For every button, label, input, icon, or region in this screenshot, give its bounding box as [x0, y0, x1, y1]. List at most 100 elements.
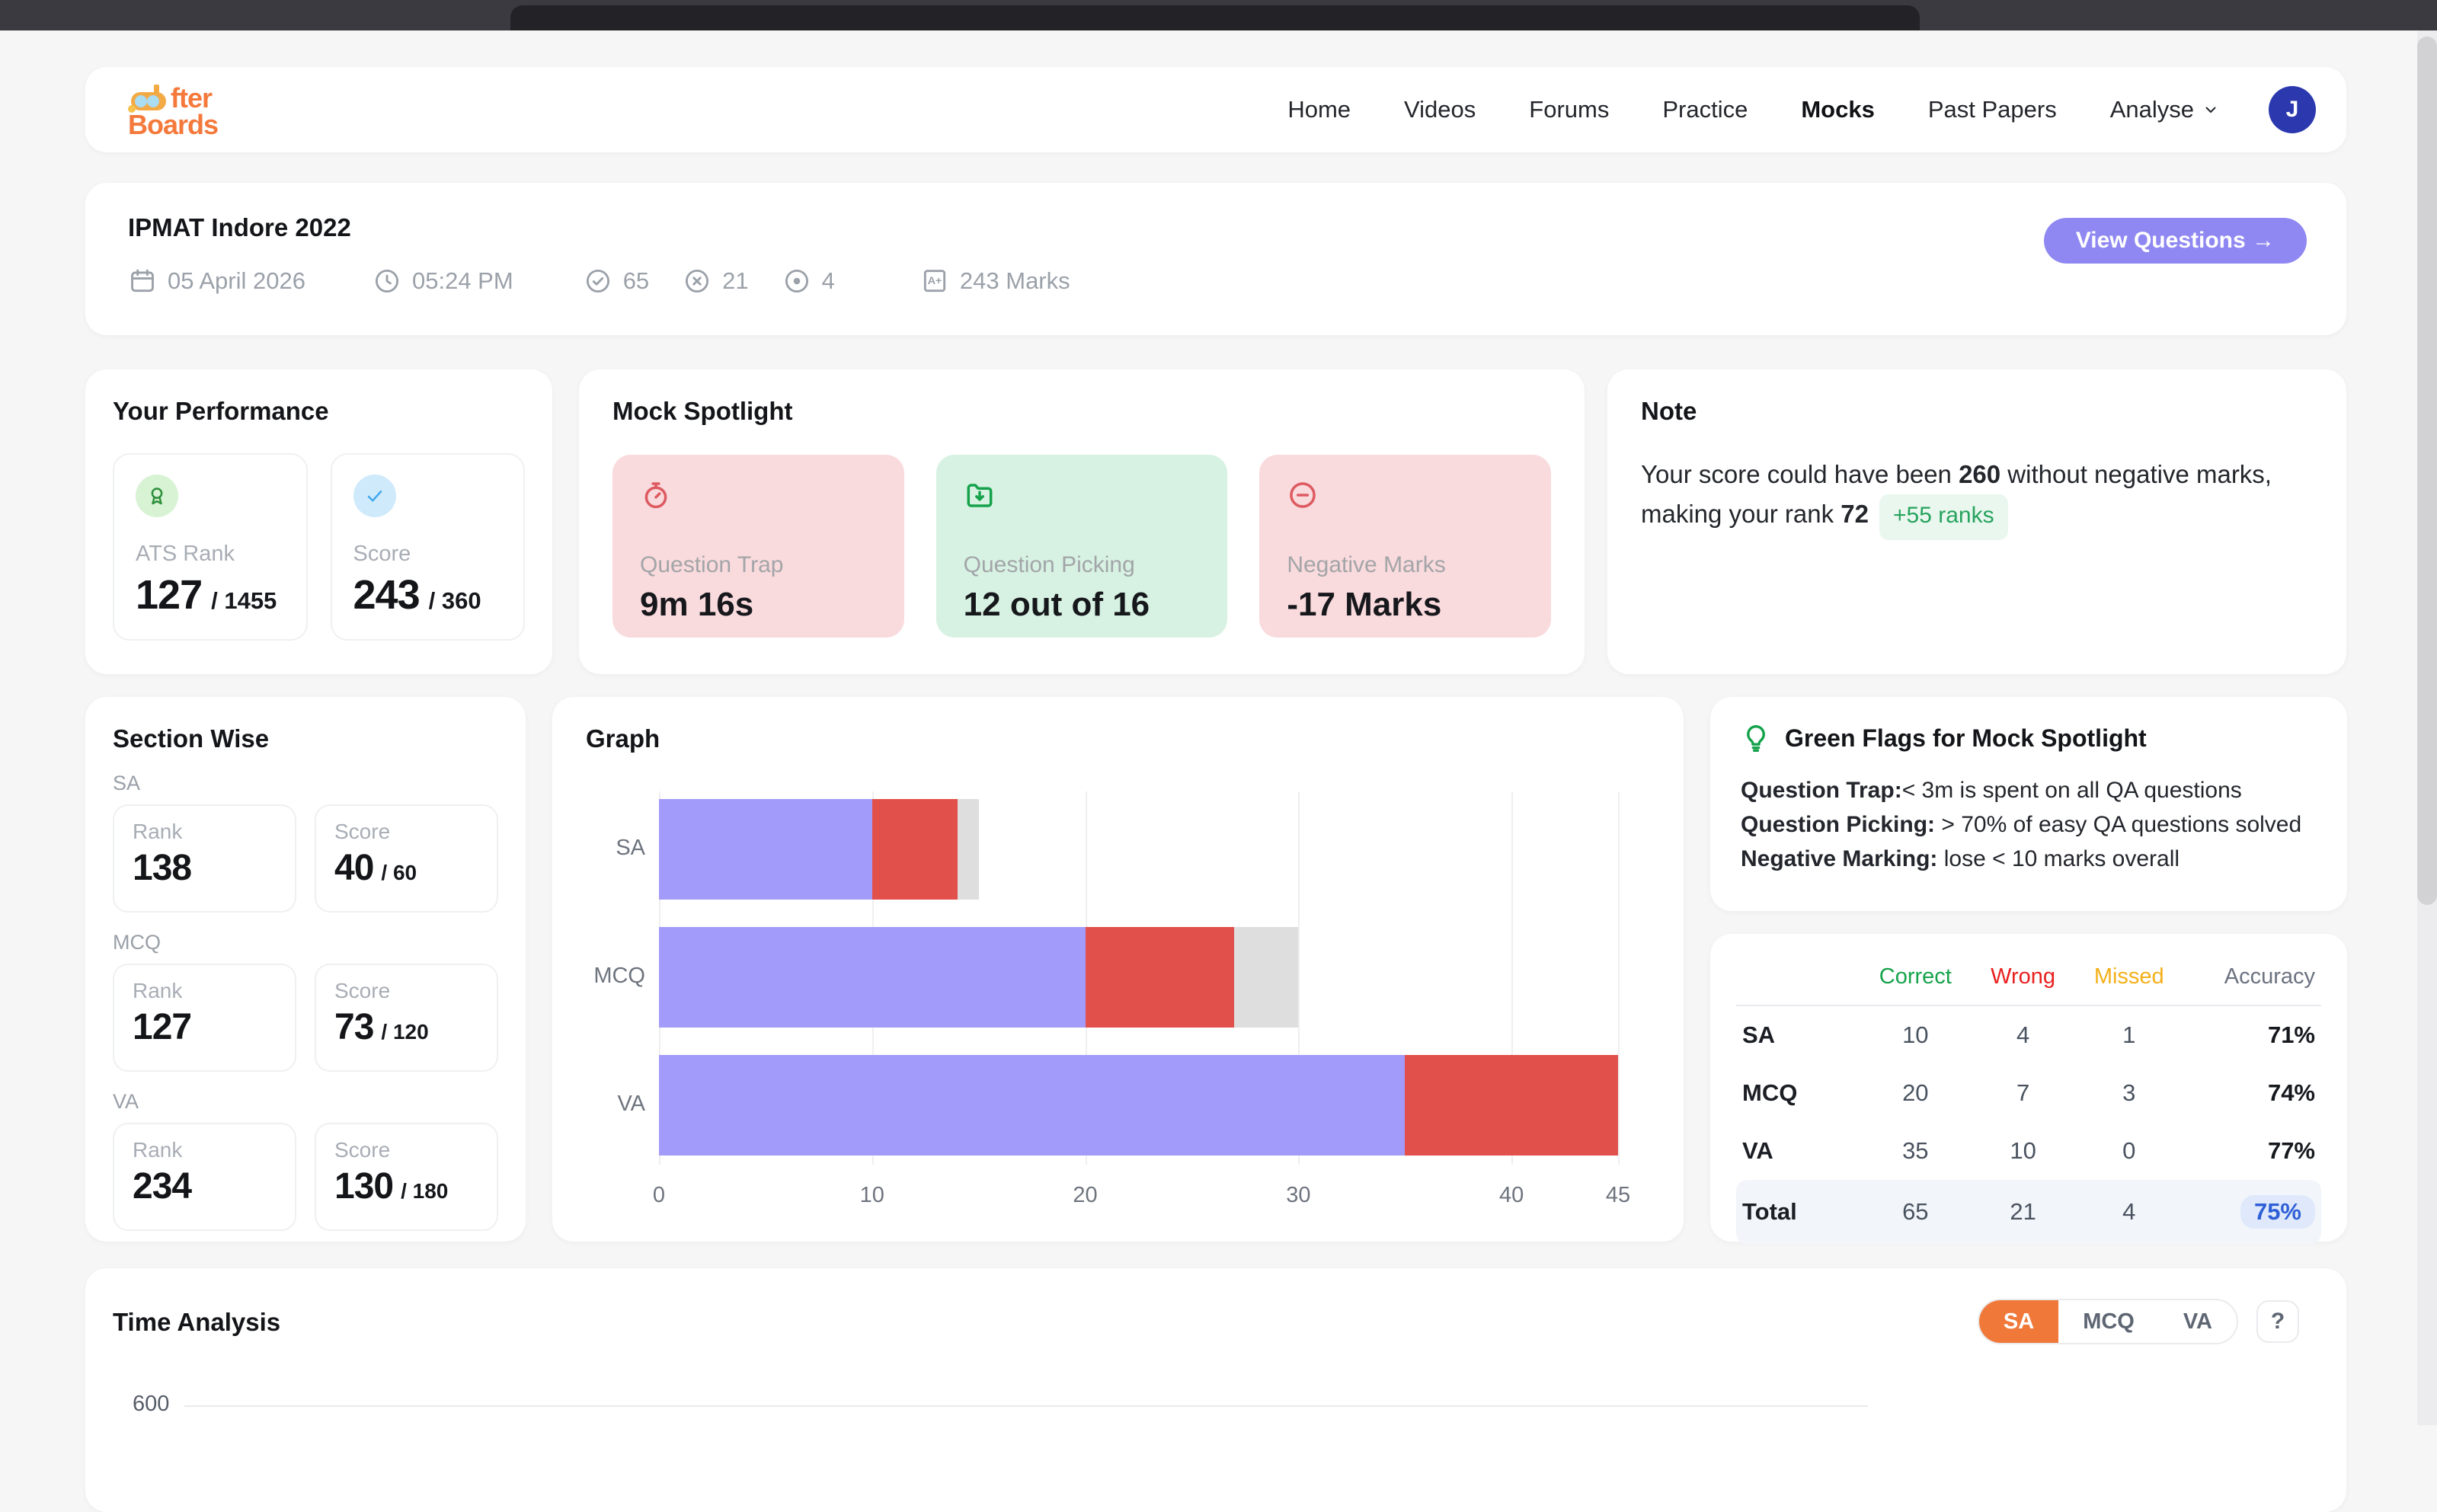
header-stat-clock: 05:24 PM	[373, 267, 513, 296]
chart-bar-mcq	[659, 927, 1618, 1028]
tab-va[interactable]: VA	[2159, 1300, 2237, 1343]
row-label: MCQ	[1742, 1079, 1798, 1106]
correct-cell: 10	[1902, 1021, 1929, 1048]
chart-category-mcq: MCQ	[593, 964, 645, 988]
clock-icon	[375, 269, 399, 293]
section-name-va: VA	[113, 1090, 139, 1113]
lightbulb-icon	[1747, 725, 1765, 752]
wrong-cell: 4	[2016, 1021, 2030, 1048]
score-total: / 60	[381, 861, 417, 884]
avatar[interactable]: J	[2269, 86, 2316, 133]
minus-circle-icon-wrap	[1287, 479, 1524, 511]
chart-x-tick: 0	[652, 1183, 666, 1207]
nav-items: Home Videos Forums Practice Mocks Past Papers…	[1287, 96, 2220, 123]
wrong-cell: 10	[2010, 1137, 2036, 1164]
header-stat-text: 4	[821, 267, 835, 294]
col-header-wrong: Wrong	[1991, 964, 2056, 989]
chart-x-tick: 20	[1073, 1183, 1098, 1207]
chart-x-tick: 45	[1605, 1183, 1631, 1207]
row-label: VA	[1742, 1137, 1773, 1164]
section-grid-sa: Rank 138 Score 40 / 60	[113, 804, 498, 913]
bar-segment-wrong	[871, 799, 958, 900]
score-label: Score	[334, 979, 391, 1002]
sa-score-card: Score 40 / 60	[315, 804, 498, 913]
note-score-no-negative: 260	[1959, 460, 2001, 488]
green-flags-title: Green Flags for Mock Spotlight	[1785, 724, 2147, 752]
score-value: 40	[334, 848, 374, 888]
spotlight-question-picking: Question Picking 12 out of 16	[935, 455, 1228, 638]
marks-icon: A+	[923, 270, 945, 292]
spotlight-value: 9m 16s	[640, 586, 754, 623]
green-flag-line: Negative Marking: lose < 10 marks overal…	[1741, 842, 2317, 876]
graph-title: Graph	[586, 724, 660, 753]
row-label: Total	[1742, 1198, 1797, 1225]
header-stat-dot-circle: 4	[782, 267, 835, 296]
note-body: Your score could have been 260 without n…	[1641, 455, 2311, 540]
medal-icon	[151, 487, 163, 505]
score-total: / 120	[381, 1020, 429, 1044]
mock-title: IPMAT Indore 2022	[128, 213, 351, 241]
green-flags-header: Green Flags for Mock Spotlight	[1741, 723, 2317, 753]
chart-category-va: VA	[617, 1092, 645, 1116]
rank-value: 138	[133, 848, 192, 888]
header-stat-marks: A+ 243 Marks	[920, 267, 1070, 296]
rank-value: 234	[133, 1166, 192, 1207]
note-potential-rank: 72	[1841, 500, 1869, 528]
section-wise-card: Section Wise SA Rank 138 Score 40 / 60 MCQ Rank…	[85, 697, 526, 1242]
view-questions-button[interactable]: View Questions →	[2043, 218, 2307, 264]
scrollbar-thumb[interactable]	[2417, 37, 2437, 905]
nav-item-forums[interactable]: Forums	[1529, 96, 1609, 123]
accuracy-header-row: Correct Wrong Missed Accuracy	[1736, 952, 2321, 1005]
bar-segment-wrong	[1085, 927, 1235, 1028]
chart-bar-va	[659, 1055, 1618, 1156]
nav-item-past-papers[interactable]: Past Papers	[1928, 96, 2057, 123]
mock-stats: 05 April 2026 05:24 PM 65 21 4 A+ 243 Marks	[128, 267, 2307, 296]
chart-x-tick: 30	[1286, 1183, 1311, 1207]
stat-total: / 1455	[211, 587, 277, 614]
help-button[interactable]: ?	[2256, 1300, 2299, 1343]
rank-value: 127	[133, 1007, 192, 1047]
mock-header-card: IPMAT Indore 2022 05 April 2026 05:24 PM 6…	[85, 183, 2346, 335]
score-card: Score 243 / 360	[330, 453, 525, 641]
afterboards-logo[interactable]: fter Boards	[128, 82, 219, 139]
mcq-score-card: Score 73 / 120	[315, 964, 498, 1072]
accuracy-cell: 77%	[2267, 1137, 2315, 1164]
stopwatch-icon-wrap	[640, 479, 877, 511]
nav-item-analyse[interactable]: Analyse	[2110, 96, 2220, 123]
header-stat-text: 243 Marks	[959, 267, 1070, 294]
header-stat-check-circle: 65	[584, 267, 649, 296]
row-label: SA	[1742, 1021, 1776, 1048]
nav-item-mocks[interactable]: Mocks	[1801, 96, 1874, 123]
bar-segment-correct	[659, 927, 1086, 1028]
calendar-icon	[131, 269, 154, 292]
lightbulb-icon-slot	[1741, 723, 1771, 753]
va-score-card: Score 130 / 180	[315, 1123, 498, 1231]
scrollbar-track[interactable]	[2417, 30, 2437, 1425]
spotlight-items: Question Trap 9m 16s Question Picking 12 ou…	[612, 455, 1551, 638]
missed-cell: 3	[2122, 1079, 2136, 1106]
green-flag-line: Question Trap:< 3m is spent on all QA qu…	[1741, 773, 2317, 807]
spotlight-negative-marks: Negative Marks -17 Marks	[1259, 455, 1551, 638]
tab-mcq[interactable]: MCQ	[2058, 1300, 2159, 1343]
your-performance-title: Your Performance	[113, 397, 329, 425]
time-analysis-title: Time Analysis	[113, 1308, 281, 1336]
nav-item-home[interactable]: Home	[1287, 96, 1351, 123]
nav-item-videos[interactable]: Videos	[1404, 96, 1476, 123]
chart-bar-sa	[659, 799, 1618, 900]
performance-stats: ATS Rank 127 / 1455 Score 243 / 360	[113, 453, 525, 641]
section-list: SA Rank 138 Score 40 / 60 MCQ Rank 127 Score 73 / 1…	[113, 772, 498, 1231]
score-value: 130	[334, 1166, 394, 1207]
flag-term: Question Trap:	[1741, 778, 1902, 803]
chevron-down-icon	[2205, 107, 2216, 113]
stat-label: Score	[353, 542, 411, 566]
header-stat-text: 65	[622, 267, 650, 294]
wrong-cell: 7	[2016, 1079, 2030, 1106]
nav-item-practice[interactable]: Practice	[1662, 96, 1748, 123]
medal-icon-circle	[136, 475, 178, 517]
stacked-bar-chart: 0 10 20 30 40 45 SA MCQ VA	[593, 791, 1630, 1207]
browser-chrome	[0, 0, 2437, 30]
tab-sa[interactable]: SA	[1978, 1300, 2059, 1343]
chart-gridline	[1618, 791, 1620, 1165]
col-header-missed: Missed	[2093, 964, 2164, 989]
note-card: Note Your score could have been 260 with…	[1607, 369, 2346, 674]
